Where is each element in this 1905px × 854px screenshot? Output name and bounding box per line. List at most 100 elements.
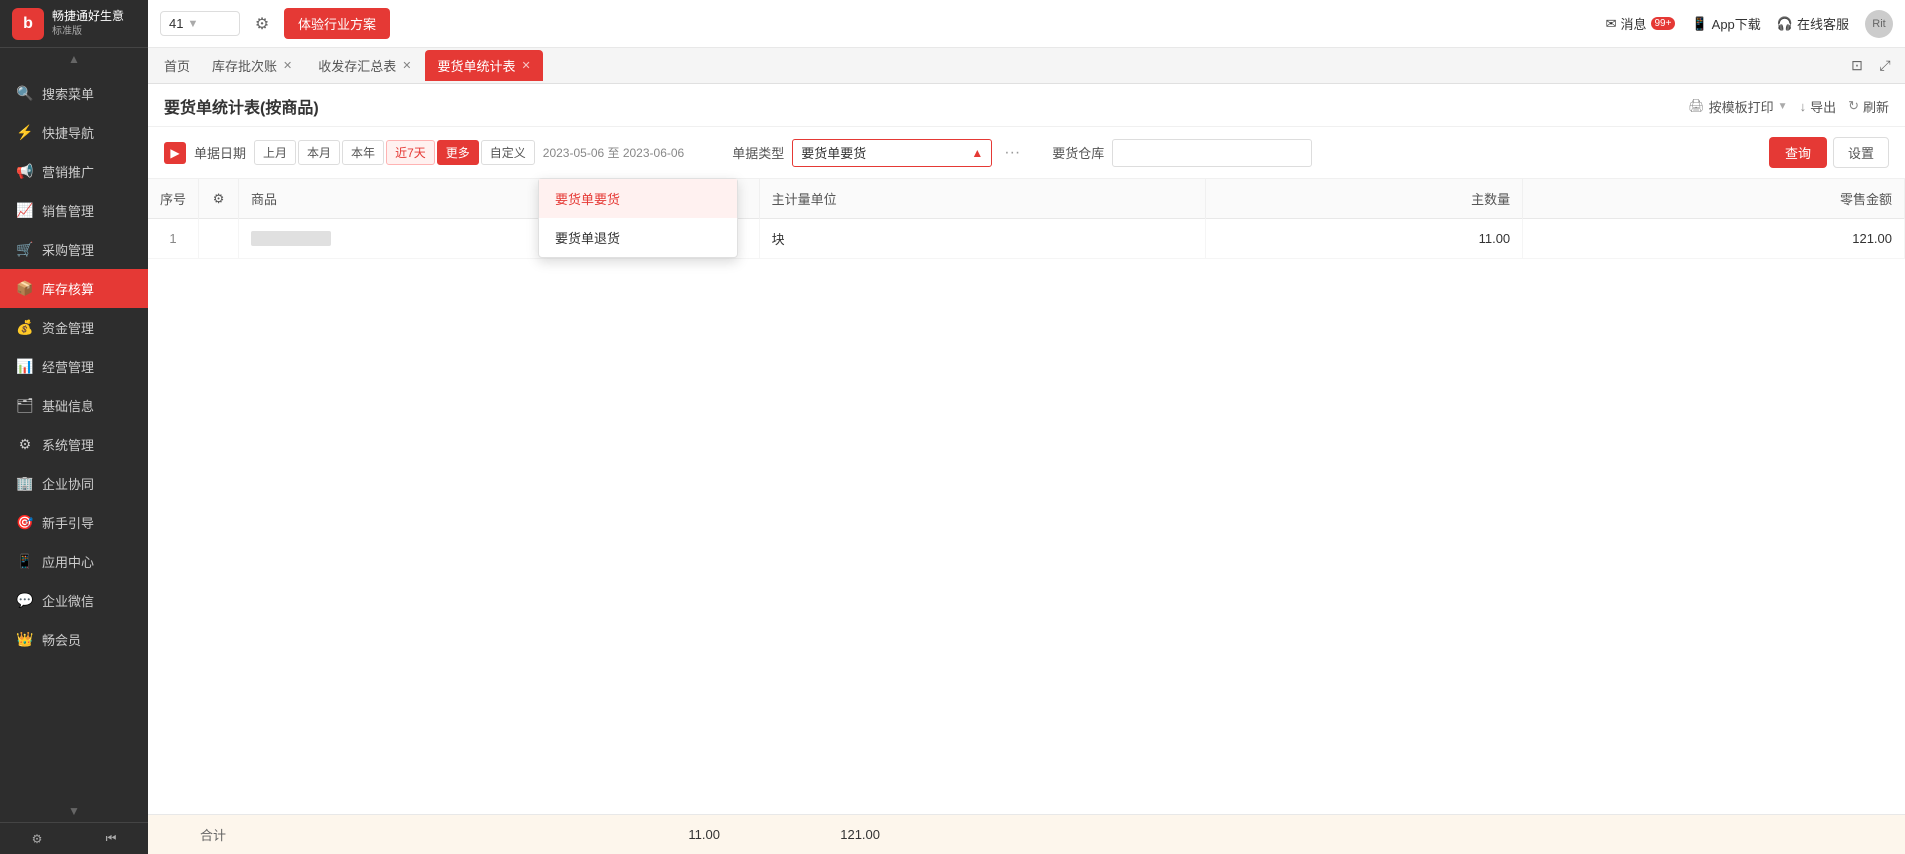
sidebar-item-system[interactable]: ⚙ 系统管理 (0, 425, 148, 464)
sidebar-item-guide[interactable]: 🎯 新手引导 (0, 503, 148, 542)
date-btn-group: 上月 本月 本年 近7天 更多 自定义 (254, 140, 535, 165)
sales-icon: 📈 (16, 202, 34, 220)
sidebar-nav: 🔍 搜索菜单 ⚡ 快捷导航 📢 营销推广 📈 销售管理 🛒 采购管理 📦 库存核… (0, 70, 148, 800)
tabbar: 首页 库存批次账 ✕ 收发存汇总表 ✕ 要货单统计表 ✕ ⊡ ⤢ (148, 48, 1905, 84)
tab-close-inventory-batch[interactable]: ✕ (283, 59, 292, 72)
message-icon: ✉ (1606, 16, 1617, 32)
print-icon: 🖨 (1688, 98, 1705, 114)
type-filter-label: 单据类型 (732, 143, 784, 162)
logo-text: 畅捷通好生意 标准版 (52, 9, 124, 38)
logo: b 畅捷通好生意 标准版 (0, 0, 148, 48)
cell-index: 1 (148, 219, 199, 259)
warehouse-filter-section: 要货仓库 (1052, 139, 1312, 167)
search-icon: 🔍 (16, 85, 34, 103)
cell-settings (199, 219, 239, 259)
sidebar-item-finance[interactable]: 💰 资金管理 (0, 308, 148, 347)
expand-filter-btn[interactable]: ▶ (164, 142, 186, 164)
marketing-icon: 📢 (16, 163, 34, 181)
date-btn-more[interactable]: 更多 (437, 140, 479, 165)
tab-close-order-summary[interactable]: ✕ (522, 59, 531, 72)
tabbar-actions: ⊡ ⤢ (1845, 54, 1897, 78)
print-template-btn[interactable]: 🖨 按模板打印 ▼ (1688, 97, 1787, 116)
gear-icon: ⚙ (255, 14, 269, 34)
member-icon: 👑 (16, 631, 34, 649)
settings-btn[interactable]: 设置 (1833, 137, 1889, 168)
page-title: 要货单统计表(按商品) (164, 94, 319, 118)
date-btn-last7[interactable]: 近7天 (386, 140, 435, 165)
table-container: 序号 ⚙ 商品 主计量单位 主数量 (148, 179, 1905, 814)
date-btn-custom[interactable]: 自定义 (481, 140, 535, 165)
dropdown-item-order-return[interactable]: 要货单退货 (539, 218, 737, 257)
footer-label: 合计 (160, 825, 420, 844)
type-more-btn[interactable]: ··· (1000, 141, 1024, 165)
sidebar-item-marketing[interactable]: 📢 营销推广 (0, 152, 148, 191)
sidebar-settings-btn[interactable]: ⚙ (32, 832, 43, 846)
dropdown-item-order-goods[interactable]: 要货单要货 (539, 179, 737, 218)
tab-inventory-batch[interactable]: 库存批次账 ✕ (200, 50, 304, 81)
date-btn-this-month[interactable]: 本月 (298, 140, 340, 165)
sidebar-item-quick-nav[interactable]: ⚡ 快捷导航 (0, 113, 148, 152)
tab-restore-btn[interactable]: ⊡ (1845, 54, 1869, 78)
wechat-icon: 💬 (16, 592, 34, 610)
topbar: 41 ▼ ⚙ 体验行业方案 ✉ 消息 99+ 📱 App下载 🎧 在线客服 (148, 0, 1905, 48)
export-icon: ↓ (1800, 99, 1807, 114)
table-row: 1 块 11.00 121.00 (148, 219, 1905, 259)
sidebar-item-search[interactable]: 🔍 搜索菜单 (0, 74, 148, 113)
main-area: 41 ▼ ⚙ 体验行业方案 ✉ 消息 99+ 📱 App下载 🎧 在线客服 (148, 0, 1905, 854)
type-select[interactable]: 要货单要货 ▲ (792, 139, 992, 167)
tab-receive-summary[interactable]: 收发存汇总表 ✕ (306, 50, 423, 81)
sidebar-scroll-up[interactable]: ▲ (0, 48, 148, 70)
type-select-arrow: ▲ (971, 146, 983, 160)
quick-nav-icon: ⚡ (16, 124, 34, 142)
date-btn-last-month[interactable]: 上月 (254, 140, 296, 165)
messages-btn[interactable]: ✉ 消息 99+ (1606, 14, 1676, 33)
warehouse-input[interactable] (1112, 139, 1312, 167)
mobile-icon: 📱 (1691, 16, 1707, 32)
chevron-down-icon: ▼ (187, 18, 198, 30)
finance-icon: 💰 (16, 319, 34, 337)
online-service-btn[interactable]: 🎧 在线客服 (1777, 14, 1849, 33)
cell-quantity: 11.00 (1205, 219, 1522, 259)
table-footer: 合计 11.00 121.00 (148, 814, 1905, 854)
refresh-btn[interactable]: ↻ 刷新 (1848, 97, 1889, 116)
page-header: 要货单统计表(按商品) 🖨 按模板打印 ▼ ↓ 导出 ↻ 刷新 (148, 84, 1905, 127)
date-btn-this-year[interactable]: 本年 (342, 140, 384, 165)
tab-order-summary[interactable]: 要货单统计表 ✕ (425, 50, 542, 81)
messages-badge: 99+ (1651, 17, 1676, 30)
sidebar-item-appstore[interactable]: 📱 应用中心 (0, 542, 148, 581)
data-table: 序号 ⚙ 商品 主计量单位 主数量 (148, 179, 1905, 259)
sidebar-scroll-down[interactable]: ▼ (0, 800, 148, 822)
page-header-actions: 🖨 按模板打印 ▼ ↓ 导出 ↻ 刷新 (1688, 97, 1889, 116)
sidebar-item-purchase[interactable]: 🛒 采购管理 (0, 230, 148, 269)
logo-icon: b (12, 8, 44, 40)
sidebar-item-basic[interactable]: 🗂 基础信息 (0, 386, 148, 425)
tab-home[interactable]: 首页 (156, 52, 198, 79)
sidebar-collapse-btn[interactable]: ⏮ (106, 831, 117, 846)
trial-btn[interactable]: 体验行业方案 (284, 8, 390, 39)
appstore-icon: 📱 (16, 553, 34, 571)
table-settings-icon: ⚙ (213, 191, 225, 206)
filter-bar: ▶ 单据日期 上月 本月 本年 近7天 更多 自定义 2023-05-06 至 … (148, 127, 1905, 179)
sidebar-item-inventory[interactable]: 📦 库存核算 (0, 269, 148, 308)
col-unit: 主计量单位 (759, 179, 1205, 219)
export-btn[interactable]: ↓ 导出 (1800, 97, 1837, 116)
tab-close-receive-summary[interactable]: ✕ (402, 59, 411, 72)
sidebar-bottom: ⚙ ⏮ (0, 822, 148, 854)
company-select[interactable]: 41 ▼ (160, 11, 240, 36)
avatar[interactable]: Rit (1865, 10, 1893, 38)
operations-icon: 📊 (16, 358, 34, 376)
topbar-gear-button[interactable]: ⚙ (248, 10, 276, 38)
sidebar-item-member[interactable]: 👑 畅会员 (0, 620, 148, 659)
company-select-value: 41 (169, 16, 183, 31)
cell-amount: 121.00 (1523, 219, 1905, 259)
sidebar-item-operations[interactable]: 📊 经营管理 (0, 347, 148, 386)
query-btn[interactable]: 查询 (1769, 137, 1827, 168)
sidebar-item-enterprise[interactable]: 🏢 企业协同 (0, 464, 148, 503)
chevron-down-icon-print: ▼ (1778, 101, 1788, 112)
col-settings[interactable]: ⚙ (199, 179, 239, 219)
app-download-btn[interactable]: 📱 App下载 (1691, 14, 1760, 33)
type-filter-section: 单据类型 要货单要货 ▲ ··· (732, 139, 1024, 167)
sidebar-item-wechat[interactable]: 💬 企业微信 (0, 581, 148, 620)
tab-fullscreen-btn[interactable]: ⤢ (1873, 54, 1897, 78)
sidebar-item-sales[interactable]: 📈 销售管理 (0, 191, 148, 230)
